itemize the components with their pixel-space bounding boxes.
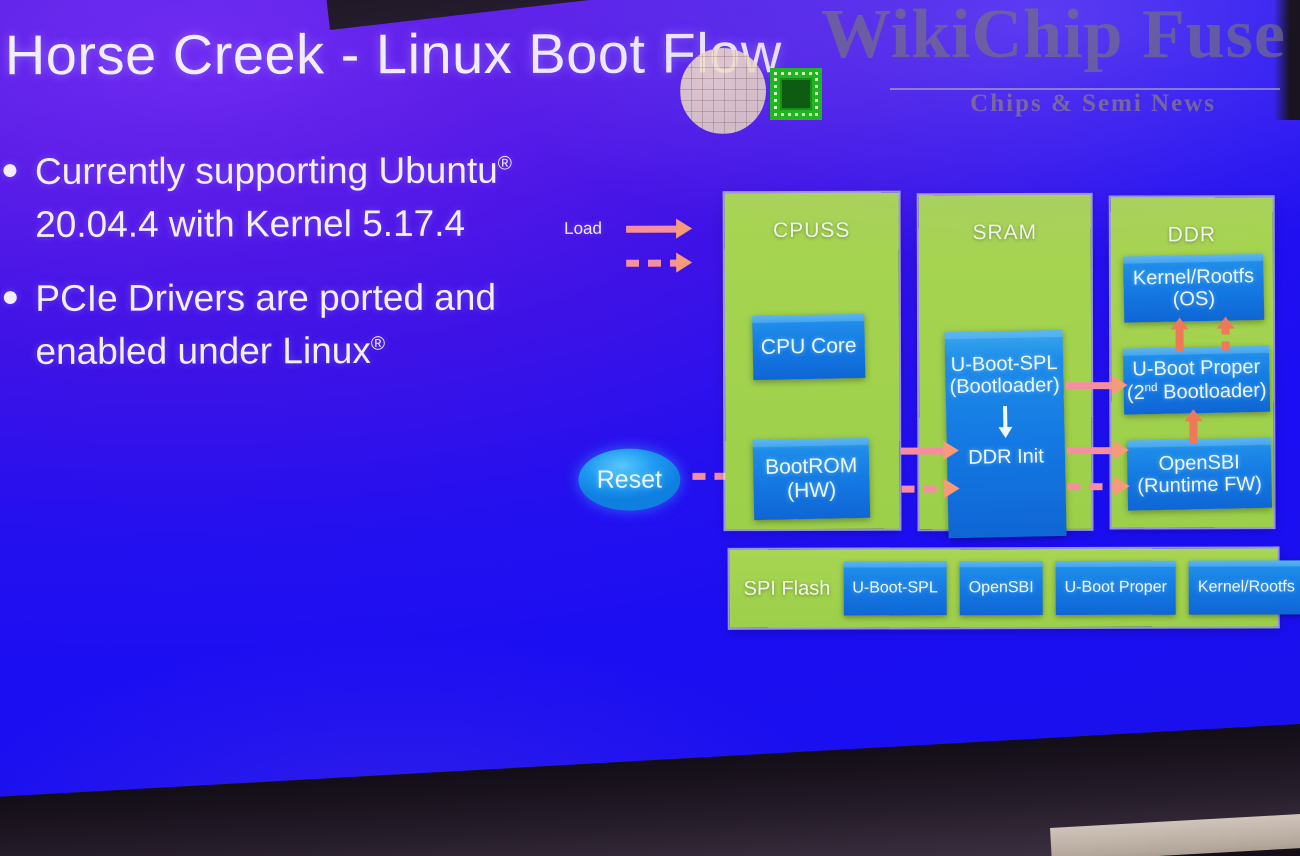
block-opensbi: OpenSBI (Runtime FW) [1126, 437, 1273, 511]
spi-block-uboot-spl: U-Boot-SPL [843, 561, 947, 616]
page-title: Horse Creek - Linux Boot Flow [4, 21, 782, 87]
spi-block-uboot-proper: U-Boot Proper [1055, 560, 1176, 616]
sram-to-ddr-dashed-arrow-icon [1067, 476, 1132, 497]
block-kernel-rootfs: Kernel/Rootfs (OS) [1123, 253, 1265, 323]
screenshot-photo: Horse Creek - Linux Boot Flow ● Currentl… [0, 0, 1300, 856]
arrow-head [1111, 375, 1128, 396]
bullet-list: ● Currently supporting Ubuntu® 20.04.4 w… [1, 144, 602, 400]
legend-solid-arrow-icon [626, 218, 693, 239]
monitor-bezel-right [1274, 0, 1300, 120]
block-label: CPU Core [760, 334, 857, 360]
reset-node: Reset [578, 448, 681, 511]
sram-to-ddr-solid-arrow-icon-2 [1066, 440, 1131, 461]
block-label: BootROM [764, 454, 858, 480]
cpuss-to-sram-solid-arrow-icon [900, 440, 959, 461]
block-sublabel: (OS) [1172, 287, 1216, 311]
ordinal-suffix: nd [1144, 380, 1158, 394]
arrow-head [943, 478, 960, 499]
arrow-head [942, 440, 959, 461]
block-label: Kernel/Rootfs [1132, 264, 1255, 290]
block-cpu-core: CPU Core [752, 313, 866, 381]
arrow-shaft [1065, 382, 1116, 390]
arrow-head [676, 252, 693, 273]
projected-slide: Horse Creek - Linux Boot Flow ● Currentl… [0, 0, 1300, 856]
block-sublabel: (HW) [786, 478, 837, 503]
list-item: ● PCIe Drivers are ported and enabled un… [1, 271, 601, 378]
block-uboot-spl: U-Boot-SPL (Bootloader) DDR Init [944, 329, 1067, 539]
block-bootrom: BootROM (HW) [752, 437, 871, 521]
legend-dashed-arrow-icon [626, 252, 693, 273]
uboot-proper-to-kernel-dashed-arrow-icon [1216, 316, 1235, 351]
spi-flash-label: SPI Flash [743, 577, 831, 600]
block-label: U-Boot Proper [1132, 356, 1261, 381]
uboot-proper-to-kernel-solid-arrow-icon [1170, 317, 1189, 352]
bullet-text: Currently supporting Ubuntu® 20.04.4 wit… [34, 149, 512, 245]
block-ddr-init-label: DDR Init [967, 445, 1045, 469]
block-sublabel: (2nd Bootloader) [1126, 379, 1267, 404]
block-label: U-Boot-SPL [950, 352, 1058, 377]
column-title: DDR [1167, 223, 1217, 247]
arrow-head [1184, 409, 1203, 422]
bullet-text: PCIe Drivers are ported and enabled unde… [35, 276, 497, 372]
spi-flash-row: SPI Flash U-Boot-SPL OpenSBI U-Boot Prop… [729, 548, 1300, 628]
arrow-shaft [1067, 483, 1118, 491]
arrow-shaft [900, 447, 947, 455]
arrow-head [1170, 317, 1189, 330]
block-sublabel: (Bootloader) [949, 374, 1060, 399]
spi-block-kernel-rootfs: Kernel/Rootfs [1188, 560, 1300, 615]
arrow-head [1216, 316, 1235, 329]
arrow-head [1112, 440, 1129, 461]
opensbi-to-uboot-proper-solid-arrow-icon [1184, 409, 1203, 444]
arrow-shaft [1175, 327, 1184, 352]
bullet-dot-icon: ● [1, 279, 20, 314]
list-item: ● Currently supporting Ubuntu® 20.04.4 w… [1, 144, 601, 251]
spi-block-opensbi: OpenSBI [959, 561, 1043, 616]
block-uboot-proper: U-Boot Proper (2nd Bootloader) [1122, 345, 1271, 415]
registered-mark: ® [497, 153, 512, 175]
arrow-shaft [1189, 419, 1198, 444]
arrow-shaft [1221, 326, 1230, 351]
block-label: OpenSBI [1158, 450, 1240, 475]
arrow-head [1113, 476, 1130, 497]
legend-label: Load [564, 218, 602, 238]
bullet-dot-icon: ● [0, 152, 20, 186]
sram-to-ddr-solid-arrow-icon [1065, 375, 1130, 396]
registered-mark: ® [370, 333, 386, 355]
down-arrow-icon [1002, 405, 1008, 428]
column-title: SRAM [972, 220, 1038, 245]
column-title: CPUSS [772, 218, 851, 243]
arrow-shaft [626, 225, 681, 233]
arrow-shaft [626, 259, 681, 267]
cpuss-to-sram-dashed-arrow-icon [901, 478, 960, 499]
arrow-shaft [901, 485, 948, 493]
arrow-shaft [1066, 447, 1117, 455]
block-sublabel: (Runtime FW) [1137, 472, 1263, 498]
arrow-head [676, 218, 693, 239]
